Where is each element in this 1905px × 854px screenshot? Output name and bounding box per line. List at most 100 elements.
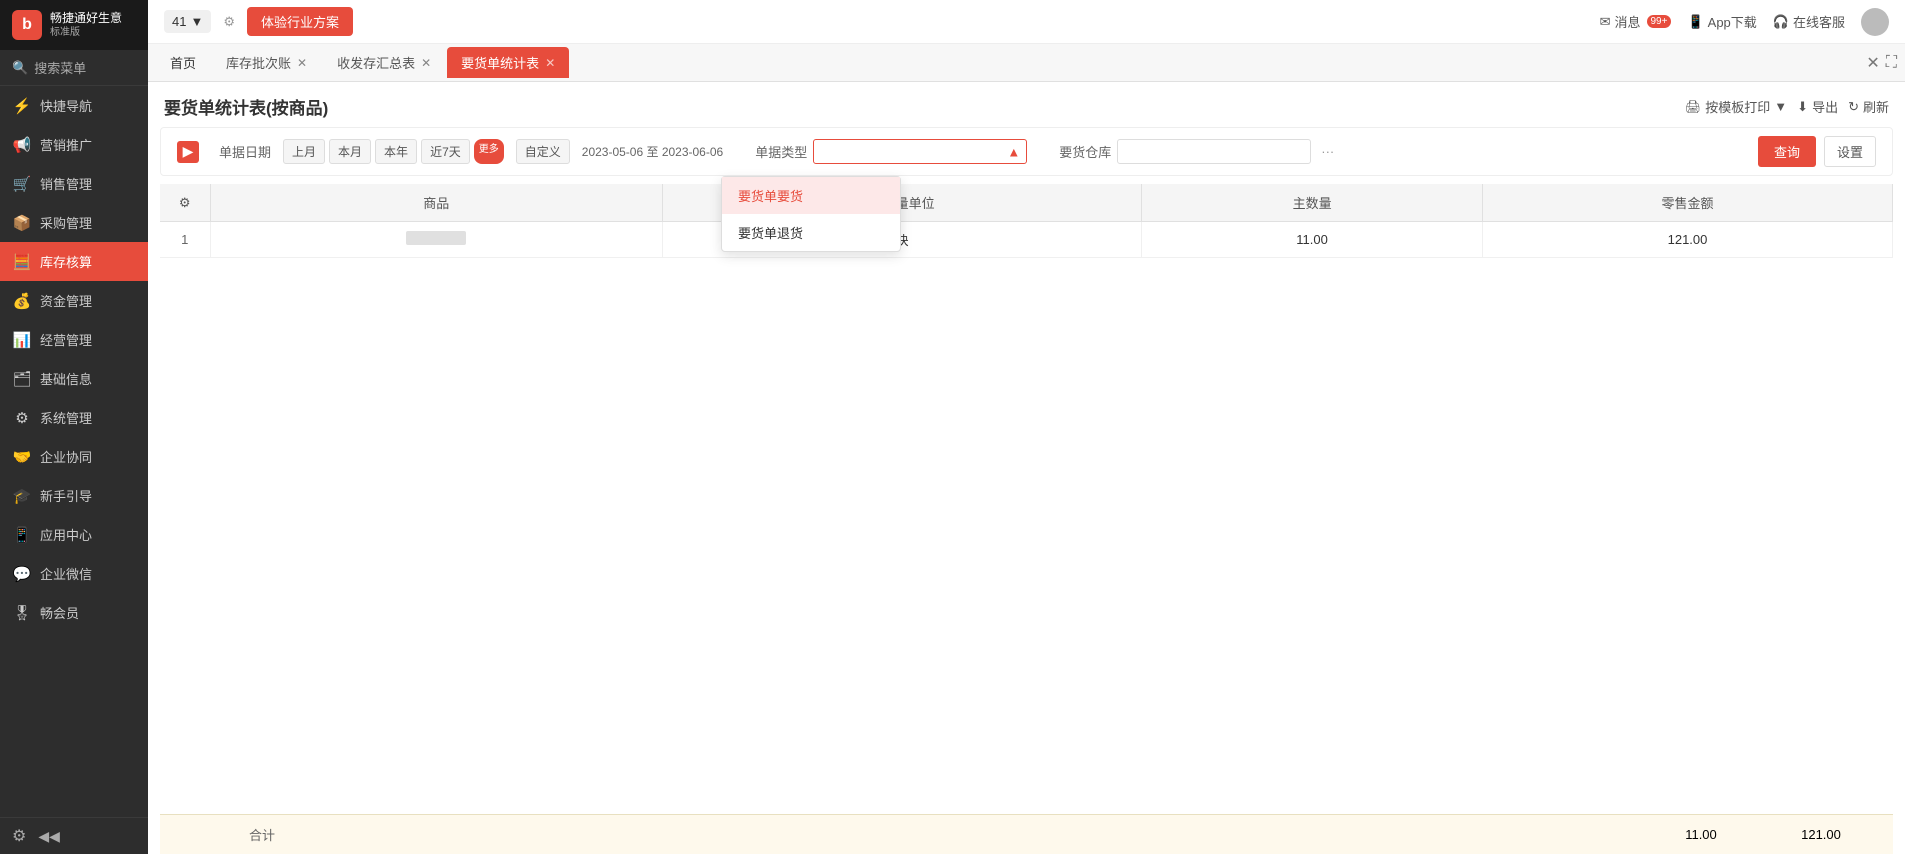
sidebar-item-sales[interactable]: 🛒 销售管理 (0, 164, 148, 203)
sidebar-item-member[interactable]: 🎖 畅会员 (0, 593, 148, 632)
expand-btn[interactable]: ▶ (177, 141, 199, 163)
print-btn[interactable]: 🖨 按模板打印 ▼ (1685, 97, 1787, 116)
col-quantity: 主数量 (1142, 184, 1483, 222)
tab-bar-end: ✕ ⛶ (1866, 53, 1897, 73)
content-area: 要货单统计表(按商品) 🖨 按模板打印 ▼ ⬇ 导出 ↻ 刷新 (148, 82, 1905, 854)
last-7days-btn[interactable]: 近7天 (421, 139, 470, 164)
gear-icon[interactable]: ⚙ (223, 14, 235, 30)
query-btn[interactable]: 查询 (1758, 136, 1816, 167)
req-order-label: 要货单要货 (738, 189, 803, 204)
store-selector[interactable]: 41 ▼ (164, 10, 211, 33)
marketing-icon: 📢 (12, 136, 32, 154)
sidebar-item-system[interactable]: ⚙ 系统管理 (0, 398, 148, 437)
operations-icon: 📊 (12, 331, 32, 349)
batch-account-label: 库存批次账 (226, 53, 291, 72)
dropdown-item-req-order[interactable]: 要货单要货 (722, 177, 900, 214)
this-month-btn[interactable]: 本月 (329, 139, 371, 164)
settings-bottom-icon[interactable]: ⚙ (12, 826, 26, 846)
type-dropdown: 要货单要货 要货单退货 (721, 176, 901, 252)
footer-amount: 121.00 (1761, 827, 1881, 842)
table-body: 1 块 11.00 121.00 (160, 222, 1893, 258)
type-filter-label: 单据类型 (755, 142, 807, 161)
footer-quantity: 11.00 (1641, 827, 1761, 842)
table-footer: 合计 11.00 121.00 (160, 814, 1893, 854)
filter-actions: 查询 设置 (1758, 136, 1876, 167)
sidebar-item-label: 畅会员 (40, 603, 79, 622)
chevron-down-icon: ▼ (190, 14, 203, 29)
sidebar-item-app-center[interactable]: 📱 应用中心 (0, 515, 148, 554)
col-product: 商品 (210, 184, 663, 222)
export-btn[interactable]: ⬇ 导出 (1797, 97, 1838, 116)
sidebar-item-basic-info[interactable]: 🗂 基础信息 (0, 359, 148, 398)
sidebar-search[interactable]: 🔍 搜索菜单 (0, 50, 148, 86)
req-return-label: 要货单退货 (738, 226, 803, 241)
sidebar-item-marketing[interactable]: 📢 营销推广 (0, 125, 148, 164)
page-actions: 🖨 按模板打印 ▼ ⬇ 导出 ↻ 刷新 (1685, 97, 1889, 116)
tab-batch-account[interactable]: 库存批次账 ✕ (212, 47, 321, 78)
tab-home[interactable]: 首页 (156, 47, 210, 78)
last-month-btn[interactable]: 上月 (283, 139, 325, 164)
sidebar: b 畅捷通好生意 标准版 🔍 搜索菜单 ⚡ 快捷导航 📢 营销推广 🛒 销售管理… (0, 0, 148, 854)
type-filter-input[interactable] (814, 140, 1026, 163)
industry-btn[interactable]: 体验行业方案 (247, 7, 353, 36)
system-icon: ⚙ (12, 409, 32, 427)
guide-icon: 🎓 (12, 487, 32, 505)
receive-summary-close[interactable]: ✕ (421, 56, 431, 70)
tab-maximize-icon[interactable]: ⛶ (1886, 54, 1897, 72)
sidebar-item-operations[interactable]: 📊 经营管理 (0, 320, 148, 359)
requisition-stat-close[interactable]: ✕ (545, 56, 555, 70)
date-range-display: 2023-05-06 至 2023-06-06 (582, 143, 723, 160)
sidebar-collapse-btn[interactable]: ◀◀ (38, 828, 60, 845)
tab-requisition-stat[interactable]: 要货单统计表 ✕ (447, 47, 569, 78)
chevron-up-icon[interactable]: ▲ (1007, 144, 1020, 159)
sidebar-item-guide[interactable]: 🎓 新手引导 (0, 476, 148, 515)
sidebar-item-label: 应用中心 (40, 525, 92, 544)
warehouse-filter-label: 要货仓库 (1059, 142, 1111, 161)
avatar[interactable] (1861, 8, 1889, 36)
sidebar-item-label: 采购管理 (40, 213, 92, 232)
filter-row: ▶ 单据日期 上月 本月 本年 近7天 更多 自定义 2023-05-06 至 … (177, 136, 1876, 167)
top-actions: ✉ 消息 99+ 📱 App下载 🎧 在线客服 (1600, 8, 1889, 36)
refresh-btn[interactable]: ↻ 刷新 (1848, 97, 1889, 116)
sidebar-item-label: 企业协同 (40, 447, 92, 466)
page-title: 要货单统计表(按商品) (164, 94, 328, 119)
sidebar-item-label: 企业微信 (40, 564, 92, 583)
app-download-label: App下载 (1708, 12, 1757, 31)
sidebar-item-wechat[interactable]: 💬 企业微信 (0, 554, 148, 593)
tab-close-all-icon[interactable]: ✕ (1866, 53, 1879, 73)
this-year-btn[interactable]: 本年 (375, 139, 417, 164)
sidebar-item-label: 系统管理 (40, 408, 92, 427)
sidebar-item-label: 营销推广 (40, 135, 92, 154)
custom-date-btn[interactable]: 自定义 (516, 139, 570, 164)
message-action[interactable]: ✉ 消息 99+ (1600, 12, 1672, 31)
set-btn[interactable]: 设置 (1824, 136, 1876, 167)
purchase-icon: 📦 (12, 214, 32, 232)
sidebar-item-enterprise[interactable]: 🤝 企业协同 (0, 437, 148, 476)
col-settings[interactable]: ⚙ (160, 184, 210, 222)
receive-summary-label: 收发存汇总表 (337, 53, 415, 72)
service-action[interactable]: 🎧 在线客服 (1773, 12, 1845, 31)
sidebar-search-label: 搜索菜单 (34, 58, 86, 77)
table-row: 1 块 11.00 121.00 (160, 222, 1893, 258)
more-badge: 更多 (474, 139, 504, 164)
row-quantity: 11.00 (1142, 222, 1483, 258)
top-header: 41 ▼ ⚙ 体验行业方案 ✉ 消息 99+ 📱 App下载 🎧 在线客服 (148, 0, 1905, 44)
app-download-action[interactable]: 📱 App下载 (1687, 12, 1756, 31)
message-label: 消息 (1614, 12, 1640, 31)
sidebar-item-inventory[interactable]: 🧮 库存核算 (0, 242, 148, 281)
dropdown-item-req-return[interactable]: 要货单退货 (722, 214, 900, 251)
more-options-icon[interactable]: ··· (1321, 144, 1334, 159)
headset-icon: 🎧 (1773, 14, 1789, 30)
tab-receive-summary[interactable]: 收发存汇总表 ✕ (323, 47, 445, 78)
warehouse-filter-input[interactable] (1117, 139, 1311, 164)
app-center-icon: 📱 (12, 526, 32, 544)
batch-account-close[interactable]: ✕ (297, 56, 307, 70)
sidebar-item-purchase[interactable]: 📦 采购管理 (0, 203, 148, 242)
refresh-label: 刷新 (1863, 97, 1889, 116)
sidebar-item-finance[interactable]: 💰 资金管理 (0, 281, 148, 320)
settings-icon[interactable]: ⚙ (179, 195, 191, 210)
inventory-icon: 🧮 (12, 253, 32, 271)
requisition-stat-label: 要货单统计表 (461, 53, 539, 72)
type-input-wrap: ▲ (813, 139, 1027, 164)
sidebar-item-quick-nav[interactable]: ⚡ 快捷导航 (0, 86, 148, 125)
